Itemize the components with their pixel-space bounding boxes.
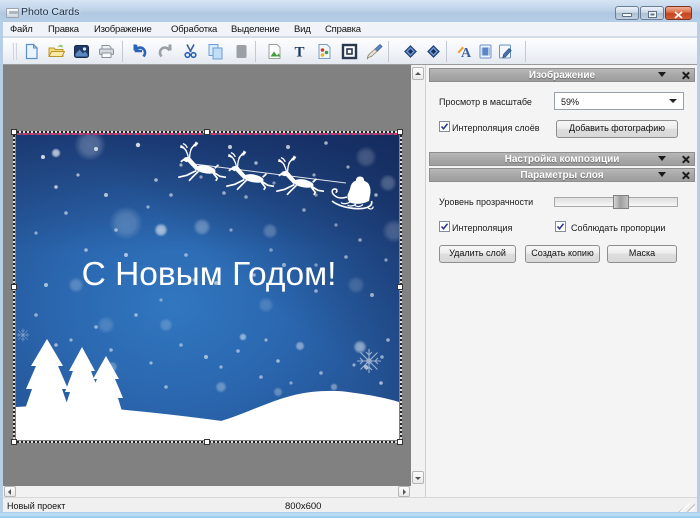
svg-text:T: T — [294, 45, 304, 61]
svg-text:С Новым Годом!: С Новым Годом! — [82, 256, 337, 293]
